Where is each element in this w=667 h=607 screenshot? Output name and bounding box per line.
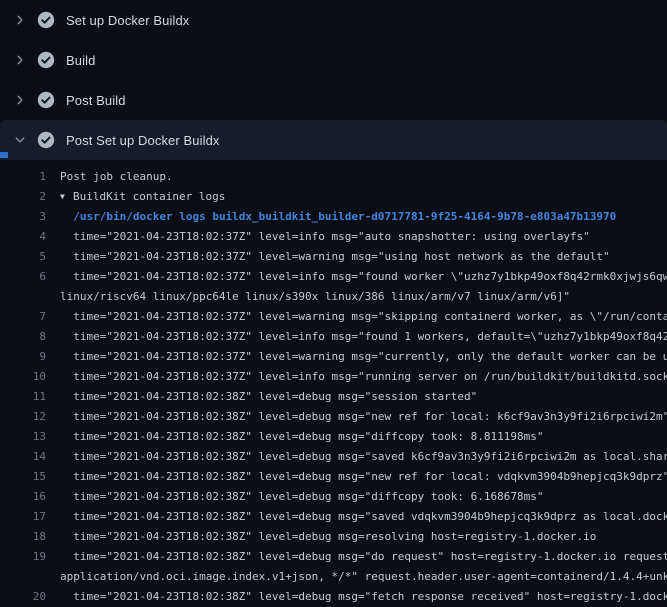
log-text: time="2021-04-23T18:02:37Z" level=info m…	[60, 327, 667, 347]
step-label: Post Set up Docker Buildx	[66, 133, 220, 148]
step-label: Build	[66, 53, 95, 68]
line-number[interactable]: 9	[0, 347, 46, 367]
line-number[interactable]: 20	[0, 587, 46, 607]
log-text: time="2021-04-23T18:02:37Z" level=warnin…	[60, 247, 610, 267]
log-text: time="2021-04-23T18:02:38Z" level=debug …	[60, 467, 667, 487]
line-number[interactable]	[0, 287, 46, 307]
log-line[interactable]: 15 time="2021-04-23T18:02:38Z" level=deb…	[0, 467, 667, 487]
line-number[interactable]: 8	[0, 327, 46, 347]
log-text: time="2021-04-23T18:02:38Z" level=debug …	[60, 527, 596, 547]
line-number[interactable]: 15	[0, 467, 46, 487]
line-number[interactable]: 14	[0, 447, 46, 467]
chevron-right-icon	[12, 12, 28, 28]
log-text: time="2021-04-23T18:02:38Z" level=debug …	[60, 447, 667, 467]
log-line[interactable]: linux/riscv64 linux/ppc64le linux/s390x …	[0, 287, 667, 307]
check-circle-icon	[37, 11, 55, 29]
log-line[interactable]: 11 time="2021-04-23T18:02:38Z" level=deb…	[0, 387, 667, 407]
line-number[interactable]: 2	[0, 187, 46, 207]
log-line[interactable]: 5 time="2021-04-23T18:02:37Z" level=warn…	[0, 247, 667, 267]
line-number[interactable]: 5	[0, 247, 46, 267]
log-line[interactable]: 12 time="2021-04-23T18:02:38Z" level=deb…	[0, 407, 667, 427]
step-row-build[interactable]: Build	[0, 40, 667, 80]
step-row-post-build[interactable]: Post Build	[0, 80, 667, 120]
line-number[interactable]: 18	[0, 527, 46, 547]
log-text: time="2021-04-23T18:02:37Z" level=warnin…	[60, 347, 667, 367]
steps-panel: Set up Docker Buildx Build Post Build Po…	[0, 0, 667, 160]
log-panel: 1 Post job cleanup. 2 ▼ BuildKit contain…	[0, 160, 667, 607]
log-group-toggle-icon[interactable]: ▼	[60, 187, 73, 207]
chevron-right-icon	[12, 92, 28, 108]
log-text: application/vnd.oci.image.index.v1+json,…	[60, 567, 667, 587]
line-number[interactable]: 1	[0, 167, 46, 187]
check-circle-icon	[37, 91, 55, 109]
log-text: time="2021-04-23T18:02:37Z" level=info m…	[60, 367, 667, 387]
log-line[interactable]: 7 time="2021-04-23T18:02:37Z" level=warn…	[0, 307, 667, 327]
log-line[interactable]: 8 time="2021-04-23T18:02:37Z" level=info…	[0, 327, 667, 347]
log-line[interactable]: 16 time="2021-04-23T18:02:38Z" level=deb…	[0, 487, 667, 507]
log-text: time="2021-04-23T18:02:38Z" level=debug …	[60, 487, 543, 507]
log-text: time="2021-04-23T18:02:38Z" level=debug …	[60, 427, 543, 447]
check-circle-icon	[37, 51, 55, 69]
line-number[interactable]: 11	[0, 387, 46, 407]
line-number[interactable]: 17	[0, 507, 46, 527]
line-number[interactable]: 3	[0, 207, 46, 227]
step-row-setup-docker-buildx[interactable]: Set up Docker Buildx	[0, 0, 667, 40]
line-number[interactable]: 13	[0, 427, 46, 447]
log-line[interactable]: 1 Post job cleanup.	[0, 167, 667, 187]
log-line[interactable]: 4 time="2021-04-23T18:02:37Z" level=info…	[0, 227, 667, 247]
step-label: Set up Docker Buildx	[66, 13, 189, 28]
line-number[interactable]: 10	[0, 367, 46, 387]
active-step-indicator	[0, 152, 8, 158]
log-text: time="2021-04-23T18:02:37Z" level=info m…	[60, 227, 590, 247]
line-number[interactable]: 6	[0, 267, 46, 287]
log-line[interactable]: 17 time="2021-04-23T18:02:38Z" level=deb…	[0, 507, 667, 527]
log-line[interactable]: 13 time="2021-04-23T18:02:38Z" level=deb…	[0, 427, 667, 447]
log-line[interactable]: 10 time="2021-04-23T18:02:37Z" level=inf…	[0, 367, 667, 387]
log-line[interactable]: 14 time="2021-04-23T18:02:38Z" level=deb…	[0, 447, 667, 467]
log-text: time="2021-04-23T18:02:38Z" level=debug …	[60, 387, 477, 407]
log-text: time="2021-04-23T18:02:37Z" level=warnin…	[60, 307, 667, 327]
log-text: BuildKit container logs	[73, 187, 225, 207]
chevron-right-icon	[12, 52, 28, 68]
log-line[interactable]: 20 time="2021-04-23T18:02:38Z" level=deb…	[0, 587, 667, 607]
log-text: time="2021-04-23T18:02:38Z" level=debug …	[60, 407, 667, 427]
log-line[interactable]: 2 ▼ BuildKit container logs	[0, 187, 667, 207]
log-text: time="2021-04-23T18:02:38Z" level=debug …	[60, 587, 667, 607]
line-number[interactable]: 7	[0, 307, 46, 327]
chevron-down-icon	[12, 132, 28, 148]
log-line[interactable]: 19 time="2021-04-23T18:02:38Z" level=deb…	[0, 547, 667, 567]
step-row-post-setup-docker-buildx[interactable]: Post Set up Docker Buildx	[0, 120, 667, 160]
log-line[interactable]: 18 time="2021-04-23T18:02:38Z" level=deb…	[0, 527, 667, 547]
line-number[interactable]: 4	[0, 227, 46, 247]
log-text: /usr/bin/docker logs buildx_buildkit_bui…	[60, 207, 616, 227]
line-number[interactable]	[0, 567, 46, 587]
log-text: time="2021-04-23T18:02:38Z" level=debug …	[60, 507, 667, 527]
log-line[interactable]: application/vnd.oci.image.index.v1+json,…	[0, 567, 667, 587]
log-line[interactable]: 3 /usr/bin/docker logs buildx_buildkit_b…	[0, 207, 667, 227]
line-number[interactable]: 16	[0, 487, 46, 507]
line-number[interactable]: 19	[0, 547, 46, 567]
step-label: Post Build	[66, 93, 126, 108]
log-text: linux/riscv64 linux/ppc64le linux/s390x …	[60, 287, 570, 307]
line-number[interactable]: 12	[0, 407, 46, 427]
log-text: Post job cleanup.	[60, 167, 173, 187]
check-circle-icon	[37, 131, 55, 149]
log-lines: 1 Post job cleanup. 2 ▼ BuildKit contain…	[0, 167, 667, 607]
log-text: time="2021-04-23T18:02:38Z" level=debug …	[60, 547, 667, 567]
log-line[interactable]: 9 time="2021-04-23T18:02:37Z" level=warn…	[0, 347, 667, 367]
log-line[interactable]: 6 time="2021-04-23T18:02:37Z" level=info…	[0, 267, 667, 287]
log-text: time="2021-04-23T18:02:37Z" level=info m…	[60, 267, 667, 287]
